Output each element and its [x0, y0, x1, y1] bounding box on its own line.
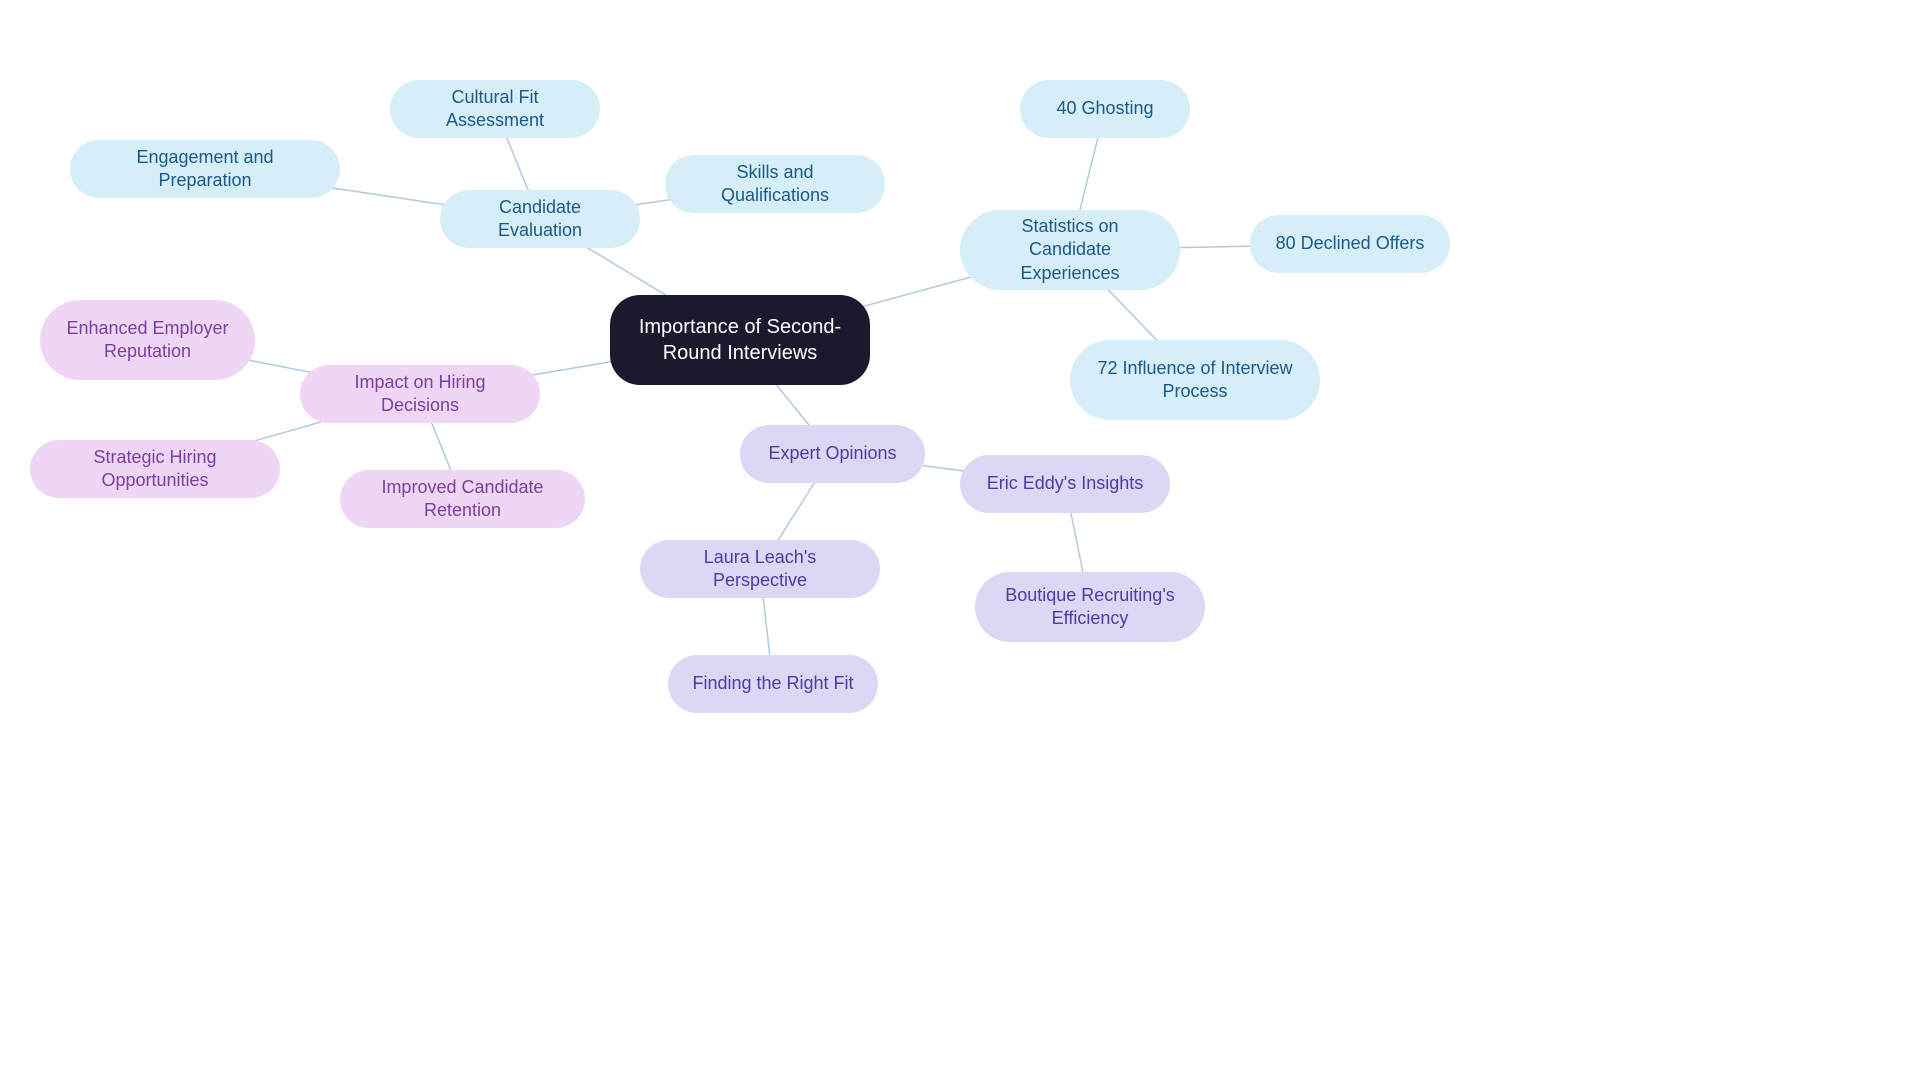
candidate-evaluation-label: Candidate Evaluation	[462, 196, 618, 243]
statistics-candidate-exp-label: Statistics on Candidate Experiences	[982, 215, 1158, 285]
influence-interview-process-label: 72 Influence of Interview Process	[1092, 357, 1298, 404]
impact-on-hiring-label: Impact on Hiring Decisions	[322, 371, 518, 418]
cultural-fit-assessment-label: Cultural Fit Assessment	[412, 86, 578, 133]
finding-right-fit-label: Finding the Right Fit	[692, 672, 853, 695]
boutique-recruiting-node: Boutique Recruiting's Efficiency	[975, 572, 1205, 642]
strategic-hiring-opp-node: Strategic Hiring Opportunities	[30, 440, 280, 498]
improved-candidate-retention-label: Improved Candidate Retention	[362, 476, 563, 523]
candidate-evaluation-node: Candidate Evaluation	[440, 190, 640, 248]
ghosting-label: 40 Ghosting	[1056, 97, 1153, 120]
strategic-hiring-opp-label: Strategic Hiring Opportunities	[52, 446, 258, 493]
improved-candidate-retention-node: Improved Candidate Retention	[340, 470, 585, 528]
center-label: Importance of Second-Round Interviews	[632, 314, 848, 366]
eric-eddy-label: Eric Eddy's Insights	[987, 472, 1144, 495]
declined-offers-label: 80 Declined Offers	[1276, 232, 1425, 255]
expert-opinions-node: Expert Opinions	[740, 425, 925, 483]
expert-opinions-label: Expert Opinions	[768, 442, 896, 465]
eric-eddy-node: Eric Eddy's Insights	[960, 455, 1170, 513]
center-node: Importance of Second-Round Interviews	[610, 295, 870, 385]
cultural-fit-assessment-node: Cultural Fit Assessment	[390, 80, 600, 138]
finding-right-fit-node: Finding the Right Fit	[668, 655, 878, 713]
impact-on-hiring-node: Impact on Hiring Decisions	[300, 365, 540, 423]
statistics-candidate-exp-node: Statistics on Candidate Experiences	[960, 210, 1180, 290]
enhanced-employer-rep-node: Enhanced Employer Reputation	[40, 300, 255, 380]
skills-and-qualifications-label: Skills and Qualifications	[687, 161, 863, 208]
enhanced-employer-rep-label: Enhanced Employer Reputation	[62, 317, 233, 364]
laura-leach-node: Laura Leach's Perspective	[640, 540, 880, 598]
declined-offers-node: 80 Declined Offers	[1250, 215, 1450, 273]
influence-interview-process-node: 72 Influence of Interview Process	[1070, 340, 1320, 420]
boutique-recruiting-label: Boutique Recruiting's Efficiency	[997, 584, 1183, 631]
laura-leach-label: Laura Leach's Perspective	[662, 546, 858, 593]
skills-and-qualifications-node: Skills and Qualifications	[665, 155, 885, 213]
engagement-and-prep-label: Engagement and Preparation	[92, 146, 318, 193]
engagement-and-prep-node: Engagement and Preparation	[70, 140, 340, 198]
ghosting-node: 40 Ghosting	[1020, 80, 1190, 138]
